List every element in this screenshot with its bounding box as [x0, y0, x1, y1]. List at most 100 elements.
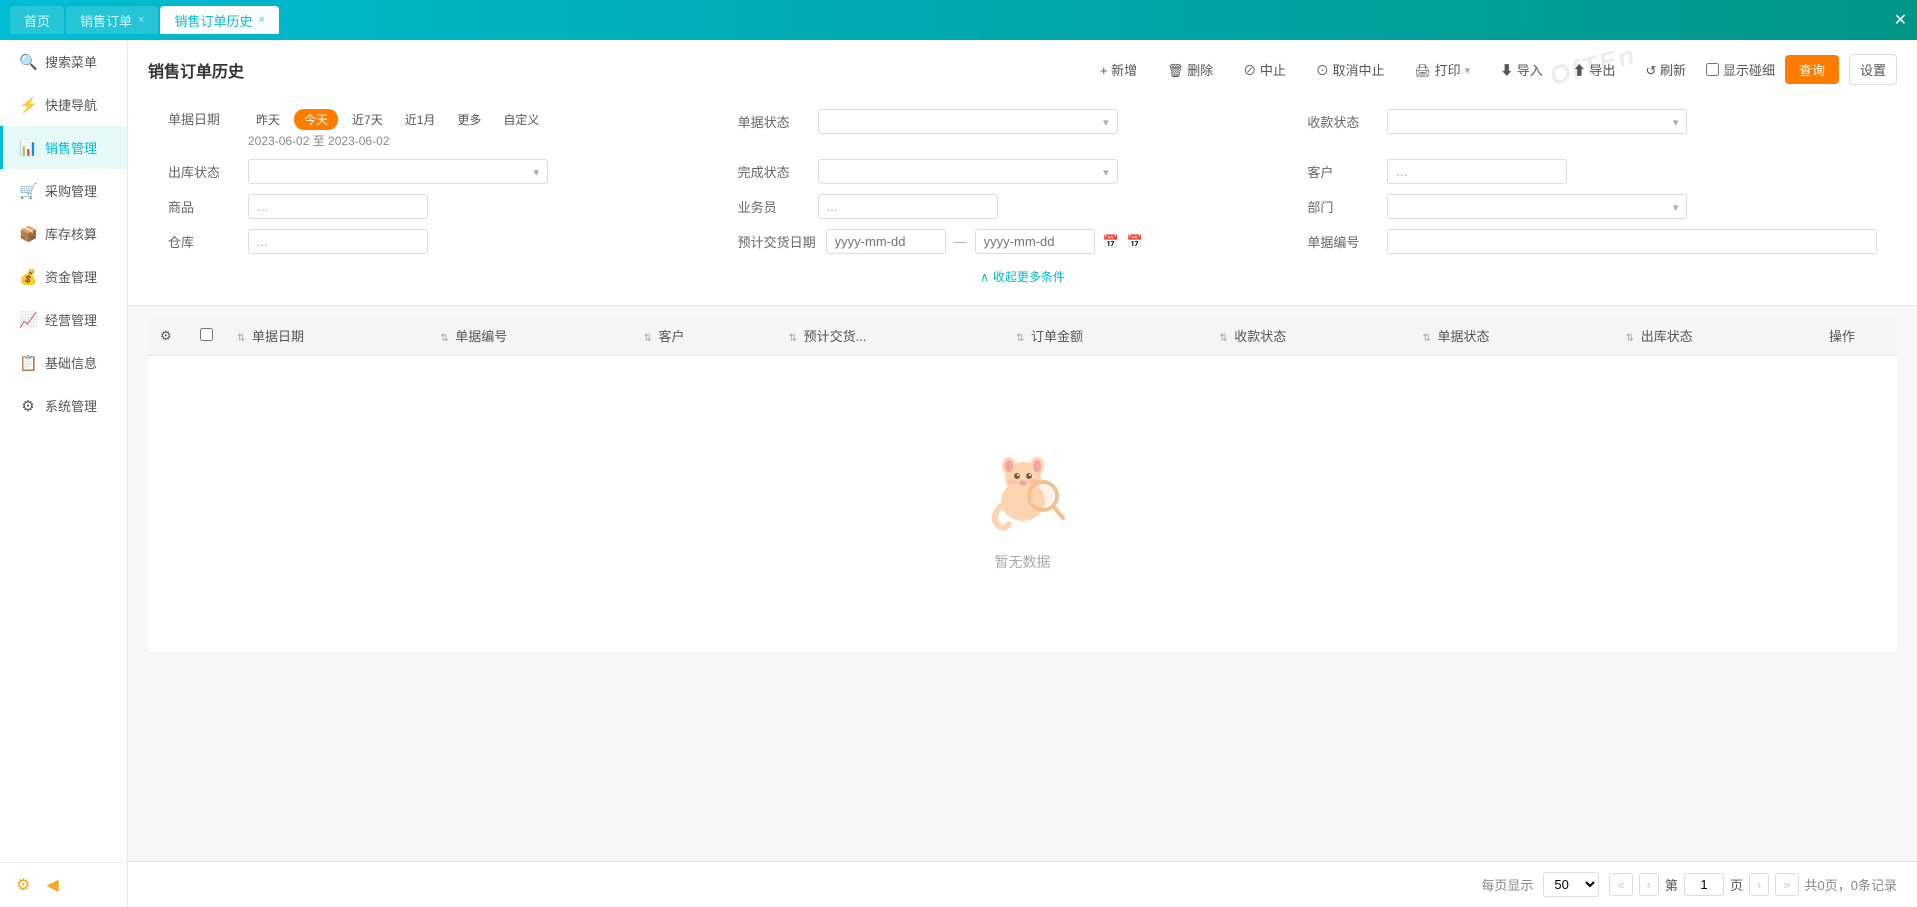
date-tab-1month[interactable]: 近1月 [397, 109, 444, 130]
page-size-label: 每页显示 [1481, 875, 1533, 894]
out-status-select[interactable] [248, 159, 548, 184]
col-amount[interactable]: 订单金额 [1004, 316, 1207, 356]
display-cols-checkbox[interactable] [1706, 63, 1719, 76]
calendar-from-icon[interactable]: 📅 [1103, 234, 1119, 250]
table-footer: 每页显示 50 10 20 100 « ‹ 第 页 › » 共0页，0条记录 [128, 861, 1917, 907]
window-close-btn[interactable]: ✕ [1894, 10, 1907, 30]
delivery-date-to-input[interactable] [975, 229, 1095, 254]
table-settings-col[interactable]: ⚙ [148, 316, 188, 356]
sidebar-item-finance-label: 资金管理 [45, 267, 97, 286]
print-button[interactable]: 🖨 打印 [1405, 55, 1481, 84]
col-customer[interactable]: 客户 [631, 316, 776, 356]
col-date[interactable]: 单据日期 [225, 316, 428, 356]
page-word: 页 [1730, 875, 1743, 894]
complete-status-select[interactable] [818, 159, 1118, 184]
page-input[interactable] [1684, 873, 1724, 896]
sidebar-item-quicknav[interactable]: ⚡ 快捷导航 [0, 83, 127, 126]
sidebar-item-operations[interactable]: 📈 经营管理 [0, 298, 127, 341]
delete-button[interactable]: 🗑 删除 [1157, 55, 1223, 84]
empty-row: 暂无数据 [148, 356, 1897, 653]
bill-number-input[interactable] [1387, 229, 1877, 254]
out-status-chevron-icon [533, 164, 539, 179]
top-bar: 首页 销售订单 × 销售订单历史 × ✕ [0, 0, 1917, 40]
collapse-sidebar-icon[interactable]: ◀ [46, 875, 58, 895]
sidebar-item-inventory[interactable]: 📦 库存核算 [0, 212, 127, 255]
page-title-row: 销售订单历史 + 新增 🗑 删除 ⊘ 中止 ⊙ 取消中止 🖨 打印 ⬇ 导入 ⬆… [148, 54, 1897, 85]
department-select[interactable] [1387, 194, 1687, 219]
bill-number-label: 单据编号 [1307, 232, 1387, 251]
col-receipt-status[interactable]: 收款状态 [1207, 316, 1410, 356]
date-tab-yesterday[interactable]: 昨天 [248, 109, 288, 130]
refresh-button[interactable]: ↺ 刷新 [1635, 55, 1696, 84]
receipt-status-select[interactable] [1387, 109, 1687, 134]
col-receipt-status-label: 收款状态 [1234, 329, 1286, 344]
last-page-btn[interactable]: » [1775, 873, 1798, 896]
operations-icon: 📈 [19, 311, 37, 329]
content-area: 销售订单历史 + 新增 🗑 删除 ⊘ 中止 ⊙ 取消中止 🖨 打印 ⬇ 导入 ⬆… [128, 40, 1917, 907]
cancel-stop-button[interactable]: ⊙ 取消中止 [1306, 55, 1395, 84]
bill-status-select[interactable] [818, 109, 1118, 134]
new-button[interactable]: + 新增 [1090, 55, 1147, 84]
empty-illustration [973, 436, 1073, 536]
warehouse-input[interactable]: ... [248, 229, 428, 254]
settings-bottom-icon[interactable]: ⚙ [16, 875, 30, 895]
tab-sales-order-close[interactable]: × [138, 14, 144, 26]
col-customer-label: 客户 [658, 329, 684, 344]
date-tab-7days[interactable]: 近7天 [344, 109, 391, 130]
filter-row-3: 商品 ... 业务员 ... 部门 [168, 194, 1877, 219]
product-input[interactable]: ... [248, 194, 428, 219]
col-delivery[interactable]: 预计交货... [777, 316, 1004, 356]
tab-sales-order[interactable]: 销售订单 × [66, 6, 158, 34]
sidebar-item-sales[interactable]: 📊 销售管理 [0, 126, 127, 169]
date-tab-custom[interactable]: 自定义 [495, 109, 547, 130]
delivery-date-label: 预计交货日期 [738, 232, 818, 251]
display-cols-toggle[interactable]: 显示碰细 [1706, 60, 1775, 79]
sidebar-item-system[interactable]: ⚙ 系统管理 [0, 384, 127, 427]
sidebar-item-purchase[interactable]: 🛒 采购管理 [0, 169, 127, 212]
col-bill-status[interactable]: 单据状态 [1410, 316, 1613, 356]
settings-button[interactable]: 设置 [1849, 54, 1897, 85]
customer-input[interactable]: ... [1387, 159, 1567, 184]
col-number[interactable]: 单据编号 [428, 316, 631, 356]
filter-row-1: 单据日期 昨天 今天 近7天 近1月 更多 自定义 2 [168, 109, 1877, 149]
top-bar-right: ✕ [1894, 10, 1907, 30]
tab-bar: 首页 销售订单 × 销售订单历史 × [10, 6, 1894, 34]
department-label: 部门 [1307, 197, 1387, 216]
date-tab-today[interactable]: 今天 [294, 109, 338, 130]
calendar-to-icon[interactable]: 📅 [1127, 234, 1143, 250]
prev-page-btn[interactable]: ‹ [1639, 873, 1659, 896]
stop-button[interactable]: ⊘ 中止 [1233, 55, 1296, 84]
system-icon: ⚙ [19, 397, 37, 415]
export-button[interactable]: ⬆ 导出 [1563, 55, 1626, 84]
empty-state: 暂无数据 [148, 356, 1897, 652]
date-tab-more[interactable]: 更多 [449, 109, 489, 130]
col-out-status[interactable]: 出库状态 [1614, 316, 1817, 356]
delivery-date-from-input[interactable] [826, 229, 946, 254]
next-page-btn[interactable]: › [1749, 873, 1769, 896]
complete-status-chevron-icon [1103, 164, 1109, 179]
select-all-checkbox[interactable] [200, 328, 213, 341]
query-button[interactable]: 查询 [1785, 55, 1839, 84]
table-check-col[interactable] [188, 316, 225, 356]
pagination: « ‹ 第 页 › » 共0页，0条记录 [1609, 873, 1897, 896]
collapse-row[interactable]: ∧ 收起更多条件 [168, 264, 1877, 293]
sort-date-icon [237, 329, 248, 344]
sort-receipt-icon [1219, 329, 1230, 344]
page-size-select[interactable]: 50 10 20 100 [1543, 872, 1599, 897]
sidebar-item-basic-info[interactable]: 📋 基础信息 [0, 341, 127, 384]
table-area: ⚙ 单据日期 单据编号 [128, 306, 1917, 861]
import-button[interactable]: ⬇ 导入 [1490, 55, 1553, 84]
tab-sales-history[interactable]: 销售订单历史 × [160, 6, 278, 34]
col-operation: 操作 [1817, 316, 1897, 356]
search-icon: 🔍 [19, 53, 37, 71]
empty-text: 暂无数据 [995, 552, 1051, 572]
date-range-text: 2023-06-02 至 2023-06-02 [248, 132, 547, 149]
first-page-btn[interactable]: « [1609, 873, 1632, 896]
sidebar-item-search[interactable]: 🔍 搜索菜单 [0, 40, 127, 83]
sales-icon: 📊 [19, 139, 37, 157]
filter-row-2: 出库状态 完成状态 客户 [168, 159, 1877, 184]
sales-person-input[interactable]: ... [818, 194, 998, 219]
tab-sales-history-close[interactable]: × [258, 14, 264, 26]
sidebar-item-finance[interactable]: 💰 资金管理 [0, 255, 127, 298]
tab-home[interactable]: 首页 [10, 6, 64, 34]
